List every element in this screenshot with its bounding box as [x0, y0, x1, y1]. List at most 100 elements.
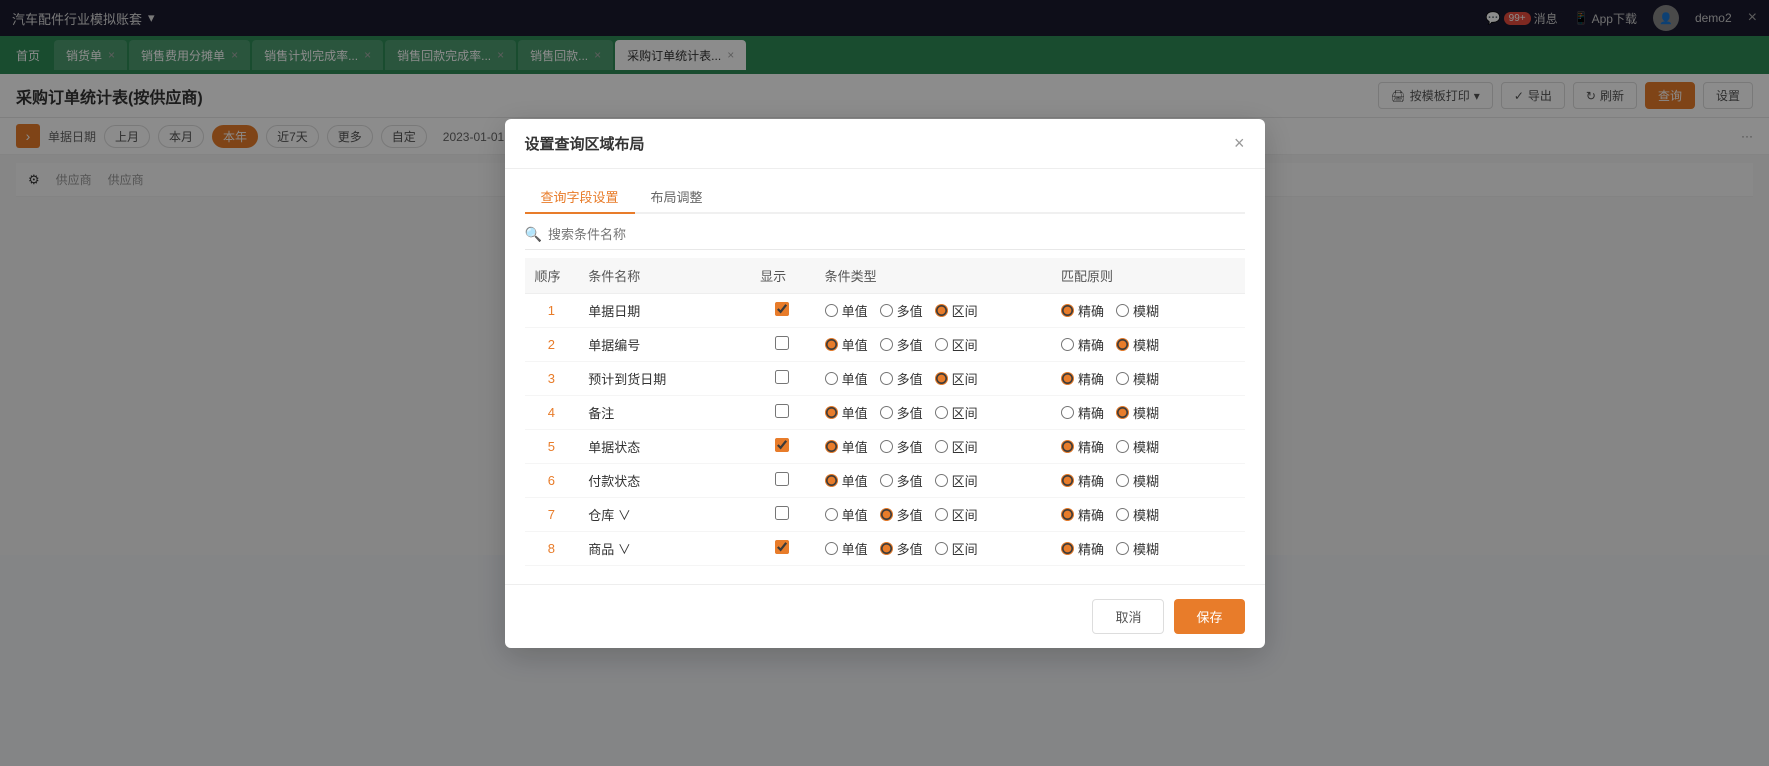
show-checkbox[interactable]: [775, 336, 789, 350]
match-exact-option[interactable]: 精确: [1061, 471, 1104, 490]
match-fuzzy-option[interactable]: 模糊: [1116, 335, 1159, 354]
type-multi-option[interactable]: 多值: [880, 301, 923, 320]
cell-match: 精确模糊: [1051, 327, 1244, 361]
match-fuzzy-option[interactable]: 模糊: [1116, 403, 1159, 422]
cell-order: 7: [525, 497, 579, 531]
cell-name: 仓库 ∨: [578, 497, 750, 531]
match-exact-option[interactable]: 精确: [1061, 539, 1104, 558]
match-fuzzy-option[interactable]: 模糊: [1116, 369, 1159, 388]
cell-match: 精确模糊: [1051, 497, 1244, 531]
show-checkbox[interactable]: [775, 438, 789, 452]
match-fuzzy-option[interactable]: 模糊: [1116, 301, 1159, 320]
type-range-option[interactable]: 区间: [935, 369, 978, 388]
show-checkbox[interactable]: [775, 370, 789, 384]
modal-search-area: 🔍: [525, 226, 1245, 250]
modal-overlay: 设置查询区域布局 × 查询字段设置 布局调整 🔍: [0, 0, 1769, 766]
show-checkbox[interactable]: [775, 302, 789, 316]
cell-show[interactable]: [750, 429, 814, 463]
cell-show[interactable]: [750, 497, 814, 531]
type-single-option[interactable]: 单值: [825, 369, 868, 388]
show-checkbox[interactable]: [775, 404, 789, 418]
type-single-option[interactable]: 单值: [825, 471, 868, 490]
type-range-option[interactable]: 区间: [935, 335, 978, 354]
type-multi-option[interactable]: 多值: [880, 505, 923, 524]
cell-show[interactable]: [750, 463, 814, 497]
match-fuzzy-option[interactable]: 模糊: [1116, 505, 1159, 524]
cell-type: 单值多值区间: [815, 497, 1051, 531]
settings-modal: 设置查询区域布局 × 查询字段设置 布局调整 🔍: [505, 119, 1265, 648]
cell-match: 精确模糊: [1051, 463, 1244, 497]
modal-search-input[interactable]: [548, 227, 1245, 242]
type-range-option[interactable]: 区间: [935, 471, 978, 490]
cell-type: 单值多值区间: [815, 565, 1051, 568]
cell-order: 2: [525, 327, 579, 361]
type-multi-option[interactable]: 多值: [880, 471, 923, 490]
table-row: 2单据编号单值多值区间精确模糊: [525, 327, 1245, 361]
cell-name: 备注: [578, 395, 750, 429]
match-exact-option[interactable]: 精确: [1061, 369, 1104, 388]
type-single-option[interactable]: 单值: [825, 437, 868, 456]
cell-order: 5: [525, 429, 579, 463]
table-row: 6付款状态单值多值区间精确模糊: [525, 463, 1245, 497]
modal-search-icon: 🔍: [525, 226, 542, 243]
type-range-option[interactable]: 区间: [935, 301, 978, 320]
table-row: 4备注单值多值区间精确模糊: [525, 395, 1245, 429]
cell-show[interactable]: [750, 531, 814, 565]
match-exact-option[interactable]: 精确: [1061, 505, 1104, 524]
type-single-option[interactable]: 单值: [825, 539, 868, 558]
cell-show[interactable]: [750, 293, 814, 327]
modal-tabs: 查询字段设置 布局调整: [525, 169, 1245, 214]
type-range-option[interactable]: 区间: [935, 539, 978, 558]
match-exact-option[interactable]: 精确: [1061, 301, 1104, 320]
modal-title: 设置查询区域布局: [525, 133, 645, 154]
type-multi-option[interactable]: 多值: [880, 539, 923, 558]
modal-header: 设置查询区域布局 ×: [505, 119, 1265, 169]
th-order: 顺序: [525, 258, 579, 294]
cell-match: 精确模糊: [1051, 361, 1244, 395]
cell-match: 精确模糊: [1051, 293, 1244, 327]
match-fuzzy-option[interactable]: 模糊: [1116, 471, 1159, 490]
cell-match: 精确模糊: [1051, 565, 1244, 568]
type-single-option[interactable]: 单值: [825, 403, 868, 422]
match-exact-option[interactable]: 精确: [1061, 403, 1104, 422]
cell-type: 单值多值区间: [815, 327, 1051, 361]
th-type: 条件类型: [815, 258, 1051, 294]
type-multi-option[interactable]: 多值: [880, 403, 923, 422]
cell-name: 商品 ∨: [578, 531, 750, 565]
modal-close-button[interactable]: ×: [1234, 134, 1245, 152]
cancel-button[interactable]: 取消: [1092, 599, 1164, 634]
cell-show[interactable]: [750, 361, 814, 395]
cell-show[interactable]: [750, 565, 814, 568]
type-range-option[interactable]: 区间: [935, 505, 978, 524]
match-fuzzy-option[interactable]: 模糊: [1116, 437, 1159, 456]
table-row: 8商品 ∨单值多值区间精确模糊: [525, 531, 1245, 565]
type-multi-option[interactable]: 多值: [880, 335, 923, 354]
cell-match: 精确模糊: [1051, 395, 1244, 429]
table-row: 1单据日期单值多值区间精确模糊: [525, 293, 1245, 327]
table-row: 9属性 ∨单值多值区间精确模糊: [525, 565, 1245, 568]
match-exact-option[interactable]: 精确: [1061, 437, 1104, 456]
save-button[interactable]: 保存: [1174, 599, 1244, 634]
cell-name: 属性 ∨: [578, 565, 750, 568]
modal-table-body: 1单据日期单值多值区间精确模糊2单据编号单值多值区间精确模糊3预计到货日期单值多…: [525, 293, 1245, 568]
cell-show[interactable]: [750, 395, 814, 429]
match-fuzzy-option[interactable]: 模糊: [1116, 539, 1159, 558]
type-single-option[interactable]: 单值: [825, 301, 868, 320]
tab-query-field-settings[interactable]: 查询字段设置: [525, 181, 635, 214]
type-range-option[interactable]: 区间: [935, 437, 978, 456]
match-exact-option[interactable]: 精确: [1061, 335, 1104, 354]
type-single-option[interactable]: 单值: [825, 505, 868, 524]
type-multi-option[interactable]: 多值: [880, 369, 923, 388]
show-checkbox[interactable]: [775, 506, 789, 520]
show-checkbox[interactable]: [775, 472, 789, 486]
cell-type: 单值多值区间: [815, 463, 1051, 497]
cell-name: 单据编号: [578, 327, 750, 361]
type-range-option[interactable]: 区间: [935, 403, 978, 422]
type-single-option[interactable]: 单值: [825, 335, 868, 354]
show-checkbox[interactable]: [775, 540, 789, 554]
type-multi-option[interactable]: 多值: [880, 437, 923, 456]
cell-type: 单值多值区间: [815, 429, 1051, 463]
cell-show[interactable]: [750, 327, 814, 361]
tab-layout-adjust[interactable]: 布局调整: [635, 181, 719, 214]
th-name: 条件名称: [578, 258, 750, 294]
